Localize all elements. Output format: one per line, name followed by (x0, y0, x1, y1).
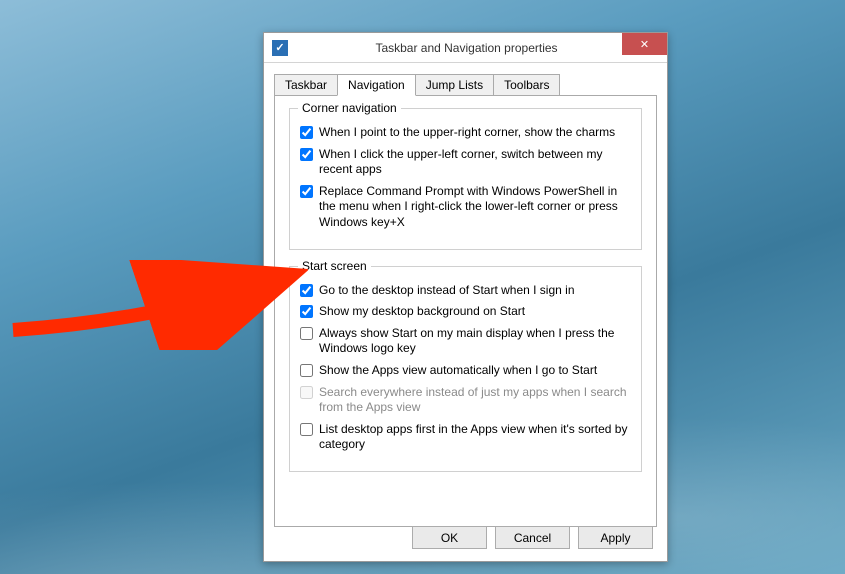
option-desktop-background: Show my desktop background on Start (300, 304, 631, 320)
tab-strip: Taskbar Navigation Jump Lists Toolbars (274, 74, 657, 96)
checkbox-start-main-display[interactable] (300, 327, 313, 340)
titlebar: Taskbar and Navigation properties ✕ (264, 33, 667, 63)
apply-button[interactable]: Apply (578, 526, 653, 549)
label-search-everywhere: Search everywhere instead of just my app… (319, 385, 631, 416)
label-desktop-background: Show my desktop background on Start (319, 304, 525, 320)
label-corner-charms: When I point to the upper-right corner, … (319, 125, 615, 141)
tab-content: Corner navigation When I point to the up… (274, 95, 657, 527)
ok-button[interactable]: OK (412, 526, 487, 549)
tab-navigation[interactable]: Navigation (337, 74, 416, 96)
checkbox-corner-powershell[interactable] (300, 185, 313, 198)
label-desktop-apps-first: List desktop apps first in the Apps view… (319, 422, 631, 453)
checkbox-search-everywhere (300, 386, 313, 399)
checkbox-desktop-apps-first[interactable] (300, 423, 313, 436)
option-desktop-apps-first: List desktop apps first in the Apps view… (300, 422, 631, 453)
tab-jumplists[interactable]: Jump Lists (415, 74, 494, 96)
option-desktop-signin: Go to the desktop instead of Start when … (300, 283, 631, 299)
group-legend-corner: Corner navigation (298, 101, 401, 115)
group-legend-start: Start screen (298, 259, 371, 273)
dialog-buttons: OK Cancel Apply (412, 526, 653, 549)
group-start-screen: Start screen Go to the desktop instead o… (289, 266, 642, 472)
option-corner-powershell: Replace Command Prompt with Windows Powe… (300, 184, 631, 231)
option-apps-view-auto: Show the Apps view automatically when I … (300, 363, 631, 379)
option-start-main-display: Always show Start on my main display whe… (300, 326, 631, 357)
option-corner-charms: When I point to the upper-right corner, … (300, 125, 631, 141)
label-apps-view-auto: Show the Apps view automatically when I … (319, 363, 597, 379)
option-search-everywhere: Search everywhere instead of just my app… (300, 385, 631, 416)
label-desktop-signin: Go to the desktop instead of Start when … (319, 283, 575, 299)
label-corner-recent-apps: When I click the upper-left corner, swit… (319, 147, 631, 178)
tab-taskbar[interactable]: Taskbar (274, 74, 338, 96)
window-title: Taskbar and Navigation properties (296, 41, 667, 55)
close-icon: ✕ (640, 38, 649, 51)
close-button[interactable]: ✕ (622, 33, 667, 55)
checkbox-corner-charms[interactable] (300, 126, 313, 139)
checkbox-apps-view-auto[interactable] (300, 364, 313, 377)
tab-area: Taskbar Navigation Jump Lists Toolbars C… (264, 63, 667, 527)
checkbox-desktop-signin[interactable] (300, 284, 313, 297)
checkbox-desktop-background[interactable] (300, 305, 313, 318)
label-start-main-display: Always show Start on my main display whe… (319, 326, 631, 357)
checkbox-corner-recent-apps[interactable] (300, 148, 313, 161)
cancel-button[interactable]: Cancel (495, 526, 570, 549)
tab-toolbars[interactable]: Toolbars (493, 74, 560, 96)
properties-dialog: Taskbar and Navigation properties ✕ Task… (263, 32, 668, 562)
system-icon (272, 40, 288, 56)
label-corner-powershell: Replace Command Prompt with Windows Powe… (319, 184, 631, 231)
option-corner-recent-apps: When I click the upper-left corner, swit… (300, 147, 631, 178)
group-corner-navigation: Corner navigation When I point to the up… (289, 108, 642, 250)
